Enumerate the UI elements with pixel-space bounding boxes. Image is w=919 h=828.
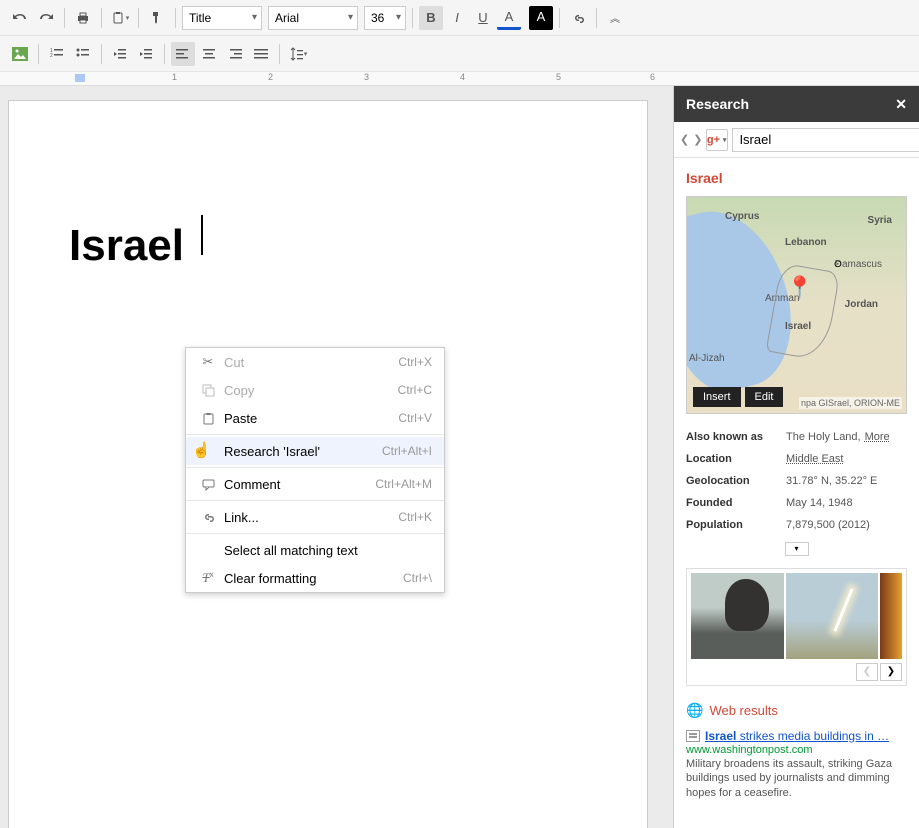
paste-icon [198,412,218,425]
print-button[interactable] [71,6,95,30]
carousel-next-button[interactable]: ❯ [880,663,902,681]
close-panel-button[interactable]: ✕ [895,96,907,113]
toolbar-main: ▾ Title Arial 36 B I U A A ︽ [0,0,919,36]
facts-expand-button[interactable]: ▾ [785,542,809,556]
research-map[interactable]: Cyprus Syria Lebanon Damascus ⊙ Amman Jo… [686,196,907,414]
web-results-section: 🌐 Web results Israel strikes media build… [686,702,907,802]
facts-more-link[interactable]: More [865,431,890,443]
ctx-copy: Copy Ctrl+C [186,376,444,404]
document-area[interactable]: Israel ✂ Cut Ctrl+X Copy Ctrl+C Paste Ct… [0,86,673,828]
clipboard-button[interactable]: ▾ [108,6,132,30]
ruler-tick: 6 [650,72,655,82]
nav-forward-button[interactable]: ❯ [693,132,702,148]
research-nav: ❮ ❯ g+ [674,122,919,158]
paint-format-button[interactable] [145,6,169,30]
align-right-button[interactable] [223,42,247,66]
location-link[interactable]: Middle East [786,453,843,465]
map-label-syria: Syria [868,215,892,226]
fact-row: Population 7,879,500 (2012) [686,514,907,536]
map-edit-button[interactable]: Edit [745,387,784,407]
map-insert-button[interactable]: Insert [693,387,741,407]
map-city-dot: ⊙ [834,259,842,270]
underline-button[interactable]: U [471,6,495,30]
numbered-list-button[interactable]: 12 [45,42,69,66]
fact-row: Geolocation 31.78° N, 35.22° E [686,470,907,492]
carousel-image[interactable] [691,573,784,659]
research-panel: Research ✕ ❮ ❯ g+ Israel Cyprus Syria Le… [673,86,919,828]
result-title-link[interactable]: Israel strikes media buildings in … [705,729,907,743]
fact-row: Also known as The Holy Land,More [686,426,907,448]
paragraph-style-select[interactable]: Title [182,6,262,30]
ctx-clear-formatting[interactable]: Tx Clear formatting Ctrl+\ [186,564,444,592]
ruler-tick: 1 [172,72,177,82]
redo-button[interactable] [34,6,58,30]
font-family-select[interactable]: Arial [268,6,358,30]
ctx-cut: ✂ Cut Ctrl+X [186,348,444,376]
nav-back-button[interactable]: ❮ [680,132,689,148]
ctx-link[interactable]: Link... Ctrl+K [186,503,444,531]
carousel-image[interactable] [786,573,879,659]
ctx-select-matching[interactable]: Select all matching text [186,536,444,564]
insert-image-button[interactable] [8,42,32,66]
copy-icon [198,384,218,397]
image-carousel: ❮ ❯ [686,568,907,686]
map-label-lebanon: Lebanon [785,237,827,248]
research-search-input[interactable] [732,128,919,152]
map-attribution: npa GISrael, ORION-ME [799,397,902,409]
horizontal-ruler[interactable]: 1 2 3 4 5 6 [0,72,919,86]
globe-icon: 🌐 [686,702,703,719]
research-panel-header: Research ✕ [674,86,919,122]
result-url: www.washingtonpost.com [686,744,907,756]
ctx-paste[interactable]: Paste Ctrl+V [186,404,444,432]
search-source-button[interactable]: g+ [706,129,728,151]
toolbar-secondary: 12 ▾ [0,36,919,72]
increase-indent-button[interactable] [134,42,158,66]
ruler-tick: 2 [268,72,273,82]
italic-button[interactable]: I [445,6,469,30]
link-icon [198,510,218,524]
carousel-prev-button[interactable]: ❮ [856,663,878,681]
align-left-button[interactable] [171,42,195,66]
line-spacing-button[interactable]: ▾ [286,42,310,66]
indent-marker[interactable] [75,74,85,82]
comment-icon [198,478,218,491]
web-results-header: Web results [709,703,777,718]
document-text[interactable]: Israel [69,221,587,271]
collapse-toolbar-button[interactable]: ︽ [603,6,627,30]
bulleted-list-button[interactable] [71,42,95,66]
ruler-tick: 5 [556,72,561,82]
map-label-al-jizah: Al-Jizah [689,353,725,364]
fact-row: Location Middle East [686,448,907,470]
clear-format-icon: Tx [198,570,218,586]
bold-button[interactable]: B [419,6,443,30]
ruler-tick: 4 [460,72,465,82]
ruler-tick: 3 [364,72,369,82]
ctx-research[interactable]: ☝ Research 'Israel' Ctrl+Alt+I [186,437,444,465]
insert-link-button[interactable] [566,6,590,30]
news-icon [686,730,700,742]
research-topic-title[interactable]: Israel [686,170,907,186]
text-color-button[interactable]: A [497,6,521,30]
font-size-select[interactable]: 36 [364,6,406,30]
align-justify-button[interactable] [249,42,273,66]
web-result[interactable]: Israel strikes media buildings in … www.… [686,729,907,802]
ctx-comment[interactable]: Comment Ctrl+Alt+M [186,470,444,498]
align-center-button[interactable] [197,42,221,66]
decrease-indent-button[interactable] [108,42,132,66]
carousel-image[interactable] [880,573,902,659]
map-label-jordan: Jordan [845,299,878,310]
pointer-cursor-icon: ☝ [192,441,211,459]
cut-icon: ✂ [198,354,218,370]
result-snippet: Military broadens its assault, striking … [686,757,907,802]
research-facts: Also known as The Holy Land,More Locatio… [686,426,907,556]
fact-row: Founded May 14, 1948 [686,492,907,514]
highlight-color-button[interactable]: A [529,6,553,30]
map-label-cyprus: Cyprus [725,211,759,222]
undo-button[interactable] [8,6,32,30]
svg-text:2: 2 [50,53,53,59]
context-menu: ✂ Cut Ctrl+X Copy Ctrl+C Paste Ctrl+V ☝ … [185,347,445,593]
